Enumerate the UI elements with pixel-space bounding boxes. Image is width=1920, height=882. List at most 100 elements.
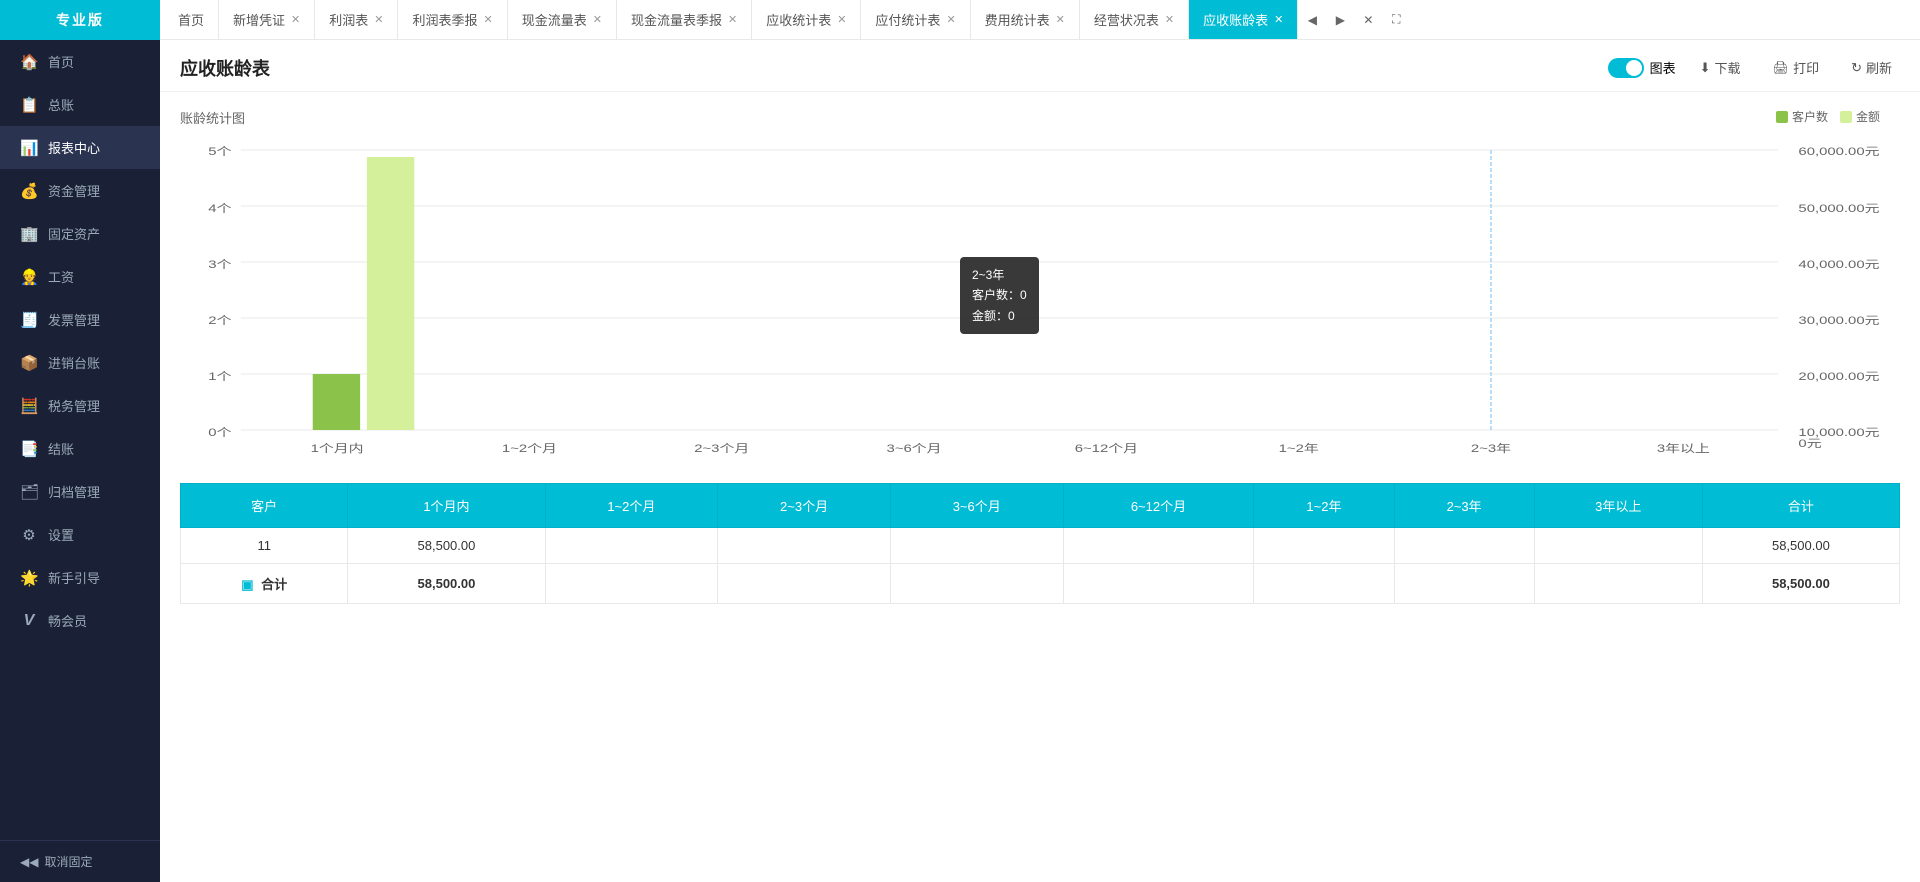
svg-text:1~2年: 1~2年 [1279,442,1319,455]
bar-customers-1 [313,374,360,430]
sidebar-label-sales: 进销台账 [48,353,100,372]
total-icon: ▣ [241,577,253,592]
cell-customer: 11 [181,528,348,564]
tab-profit-quarter-close[interactable]: ✕ [484,13,493,26]
sidebar-item-settle[interactable]: 📑 结账 [0,427,160,470]
th-m36: 3~6个月 [890,484,1063,528]
sidebar-label-payroll: 工资 [48,267,74,286]
svg-text:50,000.00元: 50,000.00元 [1798,202,1879,215]
tab-ar-stats-label: 应收统计表 [766,10,831,29]
sidebar-item-settings[interactable]: ⚙ 设置 [0,513,160,556]
chart-container: 账龄统计图 客户数 金额 5个 4个 [160,92,1920,483]
tab-bar: 首页 新增凭证 ✕ 利润表 ✕ 利润表季报 ✕ 现金流量表 ✕ 现金流量表季报 … [160,0,1920,40]
cell-m1: 58,500.00 [348,528,545,564]
page-title: 应收账龄表 [180,55,270,81]
tab-home[interactable]: 首页 [164,0,219,40]
chart-toggle-switch[interactable]: 图表 [1608,58,1676,78]
tab-cashflow-close[interactable]: ✕ [593,13,602,26]
svg-text:3~6个月: 3~6个月 [887,442,942,455]
settings-icon: ⚙ [20,526,38,544]
sidebar-label-archive: 归档管理 [48,482,100,501]
tab-ar-stats[interactable]: 应收统计表 ✕ [752,0,861,40]
sales-icon: 📦 [20,354,38,372]
total-m23 [718,564,891,604]
tab-ar-aging[interactable]: 应收账龄表 ✕ [1189,0,1298,40]
refresh-button[interactable]: ↻ 刷新 [1843,54,1900,81]
home-icon: 🏠 [20,53,38,71]
sidebar-item-home[interactable]: 🏠 首页 [0,40,160,83]
chart-area: 5个 4个 3个 2个 1个 0个 60,000.00元 50,000.00元 [180,137,1900,467]
tab-cashflow-quarter[interactable]: 现金流量表季报 ✕ [617,0,752,40]
sidebar-item-funds[interactable]: 💰 资金管理 [0,169,160,212]
tab-nav-right[interactable]: ▶ [1326,6,1354,34]
th-m1: 1个月内 [348,484,545,528]
tab-profit-quarter[interactable]: 利润表季报 ✕ [398,0,507,40]
tab-expense-stats[interactable]: 费用统计表 ✕ [971,0,1080,40]
svg-text:1~2个月: 1~2个月 [502,442,557,455]
sidebar-item-assets[interactable]: 🏢 固定资产 [0,212,160,255]
tab-ap-stats-close[interactable]: ✕ [946,13,955,26]
total-m12 [545,564,718,604]
tab-profit-quarter-label: 利润表季报 [412,10,477,29]
tab-expand[interactable]: ⛶ [1382,6,1410,34]
refresh-label: 刷新 [1866,58,1892,77]
legend-customers: 客户数 [1776,108,1828,125]
assets-icon: 🏢 [20,225,38,243]
cell-y23 [1394,528,1534,564]
svg-text:3年以上: 3年以上 [1657,442,1710,455]
tab-nav-left[interactable]: ◀ [1298,6,1326,34]
tab-home-label: 首页 [178,10,204,29]
funds-icon: 💰 [20,182,38,200]
svg-text:30,000.00元: 30,000.00元 [1798,314,1879,327]
svg-text:5个: 5个 [208,145,231,158]
th-y23: 2~3年 [1394,484,1534,528]
tab-ar-aging-close[interactable]: ✕ [1274,13,1283,26]
svg-text:1个: 1个 [208,370,231,383]
total-text: 合计 [261,577,287,592]
th-over3: 3年以上 [1534,484,1702,528]
sidebar: 专业版 🏠 首页 📋 总账 📊 报表中心 💰 资金管理 🏢 固定资产 👷 工资 … [0,0,160,882]
page-header: 应收账龄表 图表 ⬇ 下载 🖨 打印 ↻ 刷新 [160,40,1920,92]
sidebar-item-guide[interactable]: 🌟 新手引导 [0,556,160,599]
svg-text:4个: 4个 [208,202,231,215]
tab-profit-close[interactable]: ✕ [374,13,383,26]
chart-title: 账龄统计图 [180,108,1900,127]
sidebar-label-settings: 设置 [48,525,74,544]
sidebar-item-archive[interactable]: 🗂 归档管理 [0,470,160,513]
cell-m36 [890,528,1063,564]
tab-voucher-close[interactable]: ✕ [291,13,300,26]
tab-close-all[interactable]: ✕ [1354,6,1382,34]
download-icon: ⬇ [1700,60,1711,76]
print-button[interactable]: 🖨 打印 [1765,54,1828,81]
sidebar-item-sales[interactable]: 📦 进销台账 [0,341,160,384]
tab-cashflow[interactable]: 现金流量表 ✕ [508,0,617,40]
guide-icon: 🌟 [20,569,38,587]
svg-text:2~3年: 2~3年 [1471,442,1511,455]
sidebar-pin-toggle[interactable]: ◀◀ 取消固定 [0,840,160,882]
chart-toggle[interactable] [1608,58,1644,78]
tab-ap-stats[interactable]: 应付统计表 ✕ [861,0,970,40]
tab-voucher[interactable]: 新增凭证 ✕ [219,0,315,40]
sidebar-item-tax[interactable]: 🧮 税务管理 [0,384,160,427]
tab-expense-stats-close[interactable]: ✕ [1056,13,1065,26]
print-label: 打印 [1793,58,1819,77]
sidebar-item-invoice[interactable]: 🧾 发票管理 [0,298,160,341]
tab-business-status-close[interactable]: ✕ [1165,13,1174,26]
refresh-icon: ↻ [1851,60,1862,76]
cell-over3 [1534,528,1702,564]
tab-expense-stats-label: 费用统计表 [985,10,1050,29]
sidebar-item-ledger[interactable]: 📋 总账 [0,83,160,126]
download-button[interactable]: ⬇ 下载 [1692,54,1749,81]
sidebar-label-guide: 新手引导 [48,568,100,587]
sidebar-item-member[interactable]: V 畅会员 [0,599,160,642]
tab-business-status[interactable]: 经营状况表 ✕ [1080,0,1189,40]
svg-text:0元: 0元 [1798,437,1821,450]
ledger-icon: 📋 [20,96,38,114]
tab-cashflow-quarter-close[interactable]: ✕ [728,13,737,26]
sidebar-item-reports[interactable]: 📊 报表中心 [0,126,160,169]
total-m1: 58,500.00 [348,564,545,604]
download-label: 下载 [1715,58,1741,77]
tab-profit[interactable]: 利润表 ✕ [315,0,398,40]
tab-ar-stats-close[interactable]: ✕ [837,13,846,26]
sidebar-item-payroll[interactable]: 👷 工资 [0,255,160,298]
